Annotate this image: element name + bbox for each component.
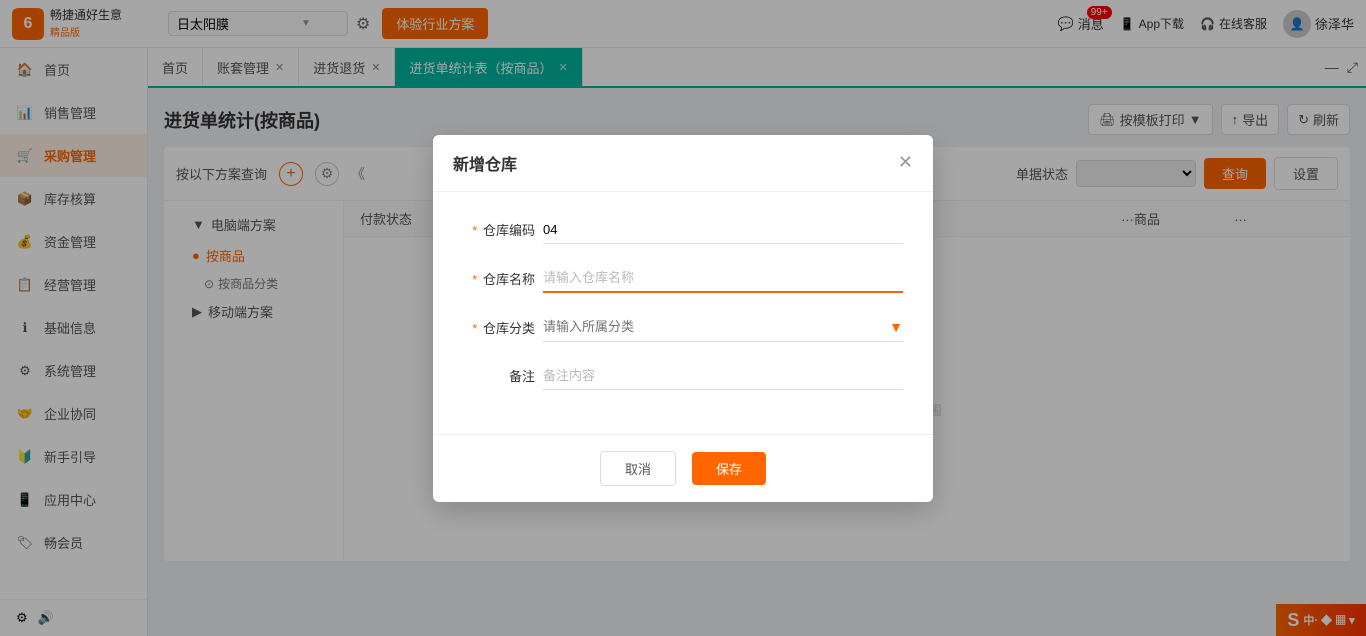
category-dropdown-icon[interactable]: ▼ [889, 319, 903, 335]
form-row-code: * 仓库编码 [463, 216, 903, 244]
modal-footer: 取消 保存 [433, 434, 933, 502]
modal-header: 新增仓库 ✕ [433, 135, 933, 192]
save-button[interactable]: 保存 [692, 452, 766, 485]
new-warehouse-modal: 新增仓库 ✕ * 仓库编码 * 仓库名称 [433, 135, 933, 502]
modal-close-button[interactable]: ✕ [898, 152, 913, 173]
cancel-button[interactable]: 取消 [600, 451, 676, 486]
form-row-remark: 备注 [463, 362, 903, 390]
modal-title: 新增仓库 [453, 151, 517, 175]
name-label: * 仓库名称 [463, 269, 543, 288]
modal-body: * 仓库编码 * 仓库名称 * 仓库分类 [433, 192, 933, 434]
remark-input[interactable] [543, 362, 903, 390]
name-input[interactable] [543, 264, 903, 293]
modal-overlay[interactable]: 新增仓库 ✕ * 仓库编码 * 仓库名称 [0, 0, 1366, 636]
category-label: * 仓库分类 [463, 318, 543, 337]
code-input[interactable] [543, 216, 903, 244]
form-row-category: * 仓库分类 ▼ [463, 313, 903, 342]
category-select-wrapper: ▼ [543, 313, 903, 342]
form-row-name: * 仓库名称 [463, 264, 903, 293]
category-input[interactable] [543, 319, 889, 334]
code-label: * 仓库编码 [463, 220, 543, 239]
remark-label: 备注 [463, 366, 543, 385]
